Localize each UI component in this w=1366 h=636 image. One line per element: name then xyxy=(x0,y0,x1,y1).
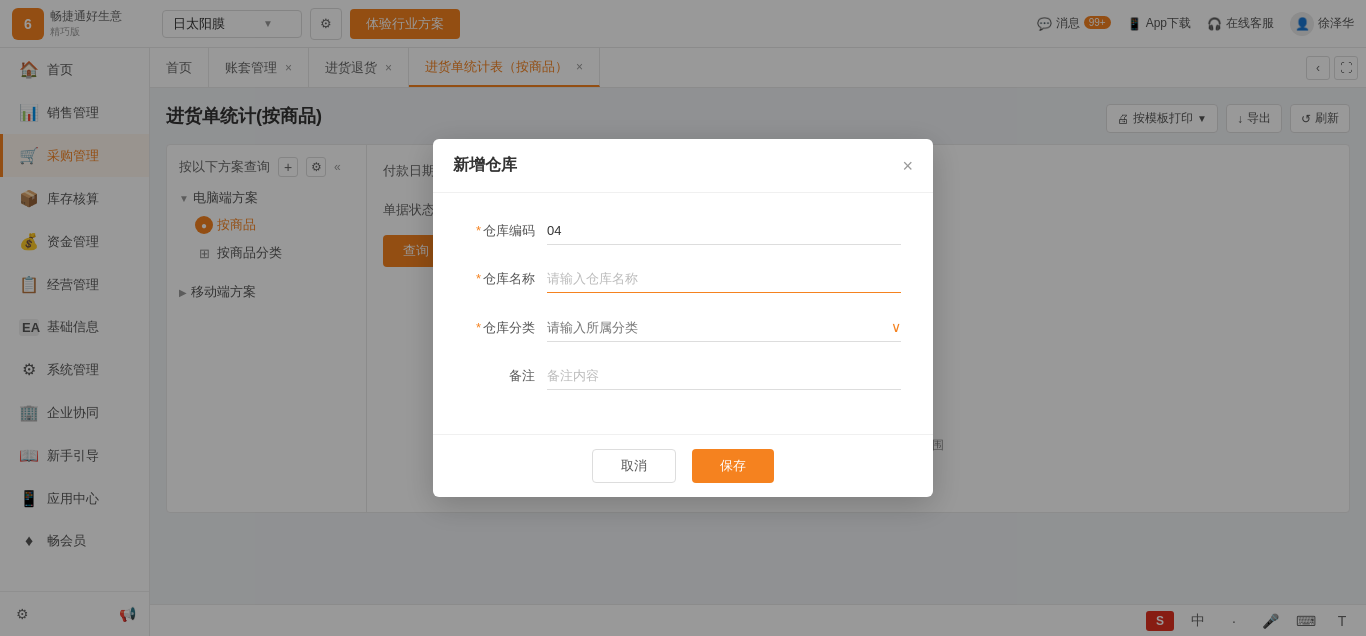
cancel-btn[interactable]: 取消 xyxy=(592,449,676,483)
note-label: 备注 xyxy=(465,367,535,385)
code-input[interactable] xyxy=(547,217,901,245)
category-dropdown-icon: ∨ xyxy=(891,319,901,335)
category-select[interactable]: ∨ xyxy=(547,313,901,342)
note-input[interactable] xyxy=(547,362,901,390)
form-row-code: *仓库编码 xyxy=(465,217,901,245)
category-label: *仓库分类 xyxy=(465,319,535,337)
save-btn[interactable]: 保存 xyxy=(692,449,774,483)
modal-header: 新增仓库 × xyxy=(433,139,933,193)
modal-overlay[interactable]: 新增仓库 × *仓库编码 *仓库名称 *仓库分类 xyxy=(0,0,1366,636)
name-input[interactable] xyxy=(547,265,901,293)
modal-body: *仓库编码 *仓库名称 *仓库分类 ∨ xyxy=(433,193,933,434)
name-label: *仓库名称 xyxy=(465,270,535,288)
modal-footer: 取消 保存 xyxy=(433,434,933,497)
code-label: *仓库编码 xyxy=(465,222,535,240)
form-row-category: *仓库分类 ∨ xyxy=(465,313,901,342)
category-input[interactable] xyxy=(547,320,891,335)
form-row-name: *仓库名称 xyxy=(465,265,901,293)
modal-close-btn[interactable]: × xyxy=(902,157,913,175)
modal-title: 新增仓库 xyxy=(453,155,517,176)
form-row-note: 备注 xyxy=(465,362,901,390)
new-warehouse-modal: 新增仓库 × *仓库编码 *仓库名称 *仓库分类 xyxy=(433,139,933,497)
